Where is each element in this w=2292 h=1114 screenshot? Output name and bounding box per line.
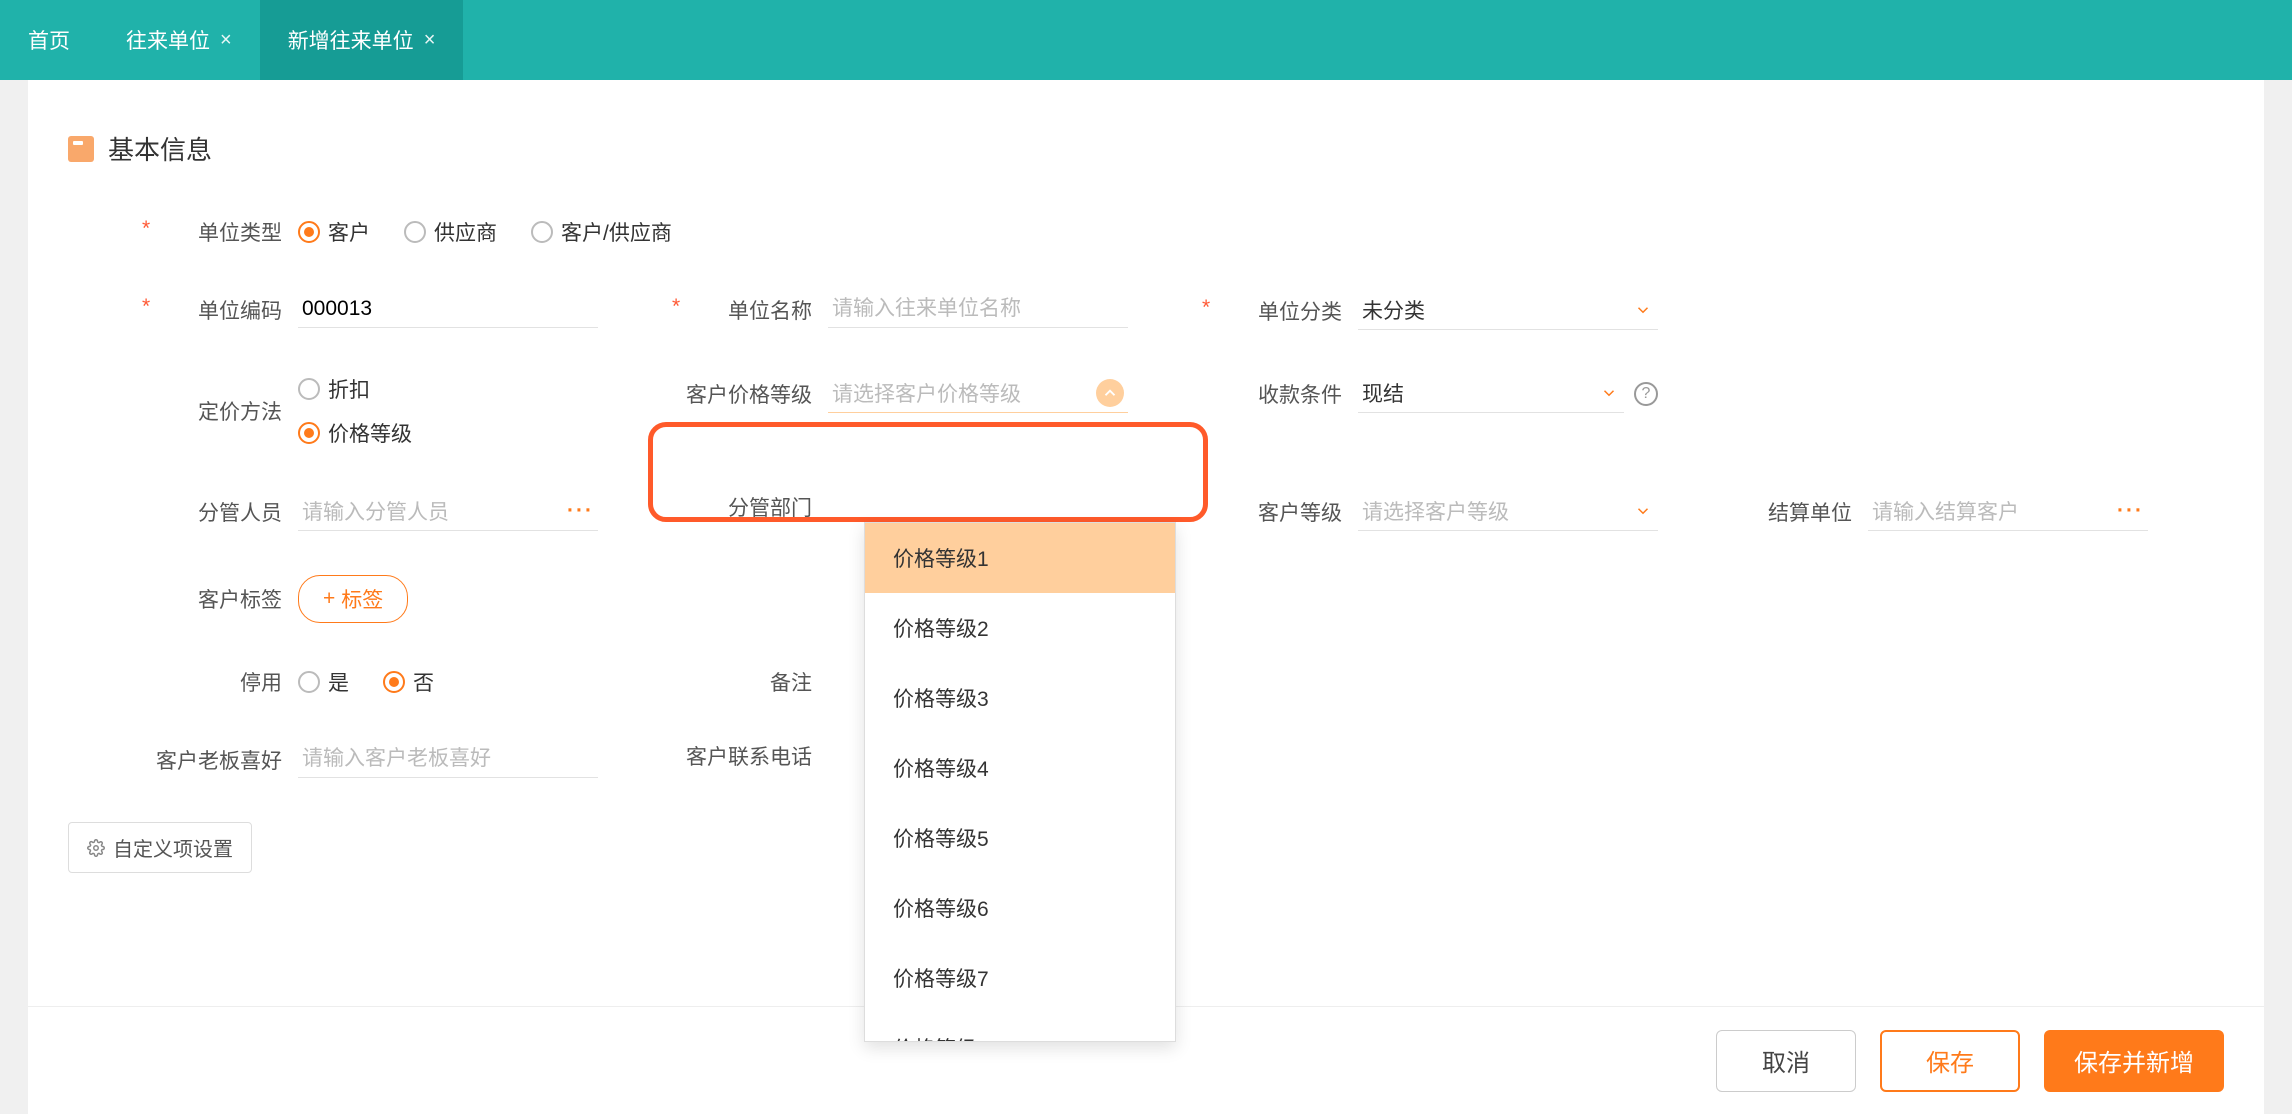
unit-name-input[interactable] [828, 291, 1128, 328]
label-remark: 备注 [658, 667, 828, 697]
radio-price-level[interactable]: 价格等级 [298, 418, 412, 448]
chevron-down-icon [1632, 500, 1654, 522]
boss-pref-input[interactable] [298, 741, 598, 778]
receipt-terms-select[interactable]: 现结 [1358, 374, 1624, 413]
label-pricing-method: 定价方法 [128, 396, 298, 426]
close-icon[interactable]: × [220, 29, 232, 52]
price-level-option[interactable]: 价格等级1 [865, 523, 1175, 593]
section-header-basic: 基本信息 [68, 130, 2224, 167]
tab-new-contact[interactable]: 新增往来单位 × [260, 0, 464, 80]
price-level-option[interactable]: 价格等级2 [865, 593, 1175, 663]
radio-both[interactable]: 客户/供应商 [531, 217, 672, 247]
plus-icon: + [323, 587, 335, 611]
price-level-option[interactable]: 价格等级7 [865, 943, 1175, 1013]
price-level-option[interactable]: 价格等级5 [865, 803, 1175, 873]
label-price-level: 客户价格等级 [658, 379, 828, 409]
add-tag-button[interactable]: +标签 [298, 575, 408, 623]
more-icon: ··· [2117, 499, 2144, 523]
label-boss-pref: 客户老板喜好 [128, 745, 298, 775]
label-disabled: 停用 [128, 667, 298, 697]
customer-level-select[interactable]: 请选择客户等级 [1358, 492, 1658, 531]
label-unit-category: *单位分类 [1188, 296, 1358, 326]
label-phone: 客户联系电话 [658, 741, 828, 771]
section-title: 基本信息 [108, 130, 212, 167]
price-level-option[interactable]: 价格等级8 [865, 1013, 1175, 1041]
tab-contacts[interactable]: 往来单位 × [98, 0, 260, 80]
price-level-option[interactable]: 价格等级3 [865, 663, 1175, 733]
label-receipt-terms: 收款条件 [1188, 379, 1358, 409]
cancel-button[interactable]: 取消 [1716, 1030, 1856, 1092]
custom-fields-button[interactable]: 自定义项设置 [68, 822, 252, 873]
more-icon: ··· [567, 499, 594, 523]
radio-no[interactable]: 否 [383, 667, 434, 697]
radio-supplier[interactable]: 供应商 [404, 217, 497, 247]
tab-home[interactable]: 首页 [0, 0, 98, 80]
help-icon[interactable]: ? [1634, 382, 1658, 406]
price-level-option[interactable]: 价格等级6 [865, 873, 1175, 943]
manager-input[interactable]: 请输入分管人员 ··· [298, 492, 598, 531]
label-dept: 分管部门 [658, 492, 828, 522]
chevron-down-icon [1598, 382, 1620, 404]
price-level-option[interactable]: 价格等级4 [865, 733, 1175, 803]
chevron-up-icon [1096, 379, 1124, 407]
label-unit-name: *单位名称 [658, 295, 828, 325]
radio-discount[interactable]: 折扣 [298, 374, 412, 404]
radio-yes[interactable]: 是 [298, 667, 349, 697]
unit-category-select[interactable]: 未分类 [1358, 291, 1658, 330]
price-level-dropdown: 价格等级1价格等级2价格等级3价格等级4价格等级5价格等级6价格等级7价格等级8 [864, 522, 1176, 1042]
gear-icon [87, 839, 105, 857]
price-level-select[interactable]: 请选择客户价格等级 [828, 374, 1128, 413]
unit-type-radios: 客户 供应商 客户/供应商 [298, 217, 672, 247]
save-and-new-button[interactable]: 保存并新增 [2044, 1030, 2224, 1092]
tab-label: 往来单位 [126, 25, 210, 55]
pricing-method-radios: 折扣 价格等级 [298, 374, 412, 448]
section-icon [68, 136, 94, 162]
disabled-radios: 是 否 [298, 667, 434, 697]
settlement-unit-input[interactable]: 请输入结算客户 ··· [1868, 492, 2148, 531]
label-customer-level: 客户等级 [1188, 497, 1358, 527]
label-settlement-unit: 结算单位 [1718, 497, 1868, 527]
page-card: 基本信息 *单位类型 客户 供应商 客户/供应商 *单位编码 *单位名称 [28, 80, 2264, 1114]
label-unit-code: *单位编码 [128, 295, 298, 325]
label-manager: 分管人员 [128, 497, 298, 527]
tab-bar: 首页 往来单位 × 新增往来单位 × [0, 0, 2292, 80]
chevron-down-icon [1632, 299, 1654, 321]
label-tags: 客户标签 [128, 584, 298, 614]
save-button[interactable]: 保存 [1880, 1030, 2020, 1092]
tab-label: 首页 [28, 25, 70, 55]
close-icon[interactable]: × [424, 29, 436, 52]
unit-code-input[interactable] [298, 291, 598, 328]
tab-label: 新增往来单位 [288, 25, 414, 55]
radio-customer[interactable]: 客户 [298, 217, 370, 247]
label-unit-type: *单位类型 [128, 217, 298, 247]
